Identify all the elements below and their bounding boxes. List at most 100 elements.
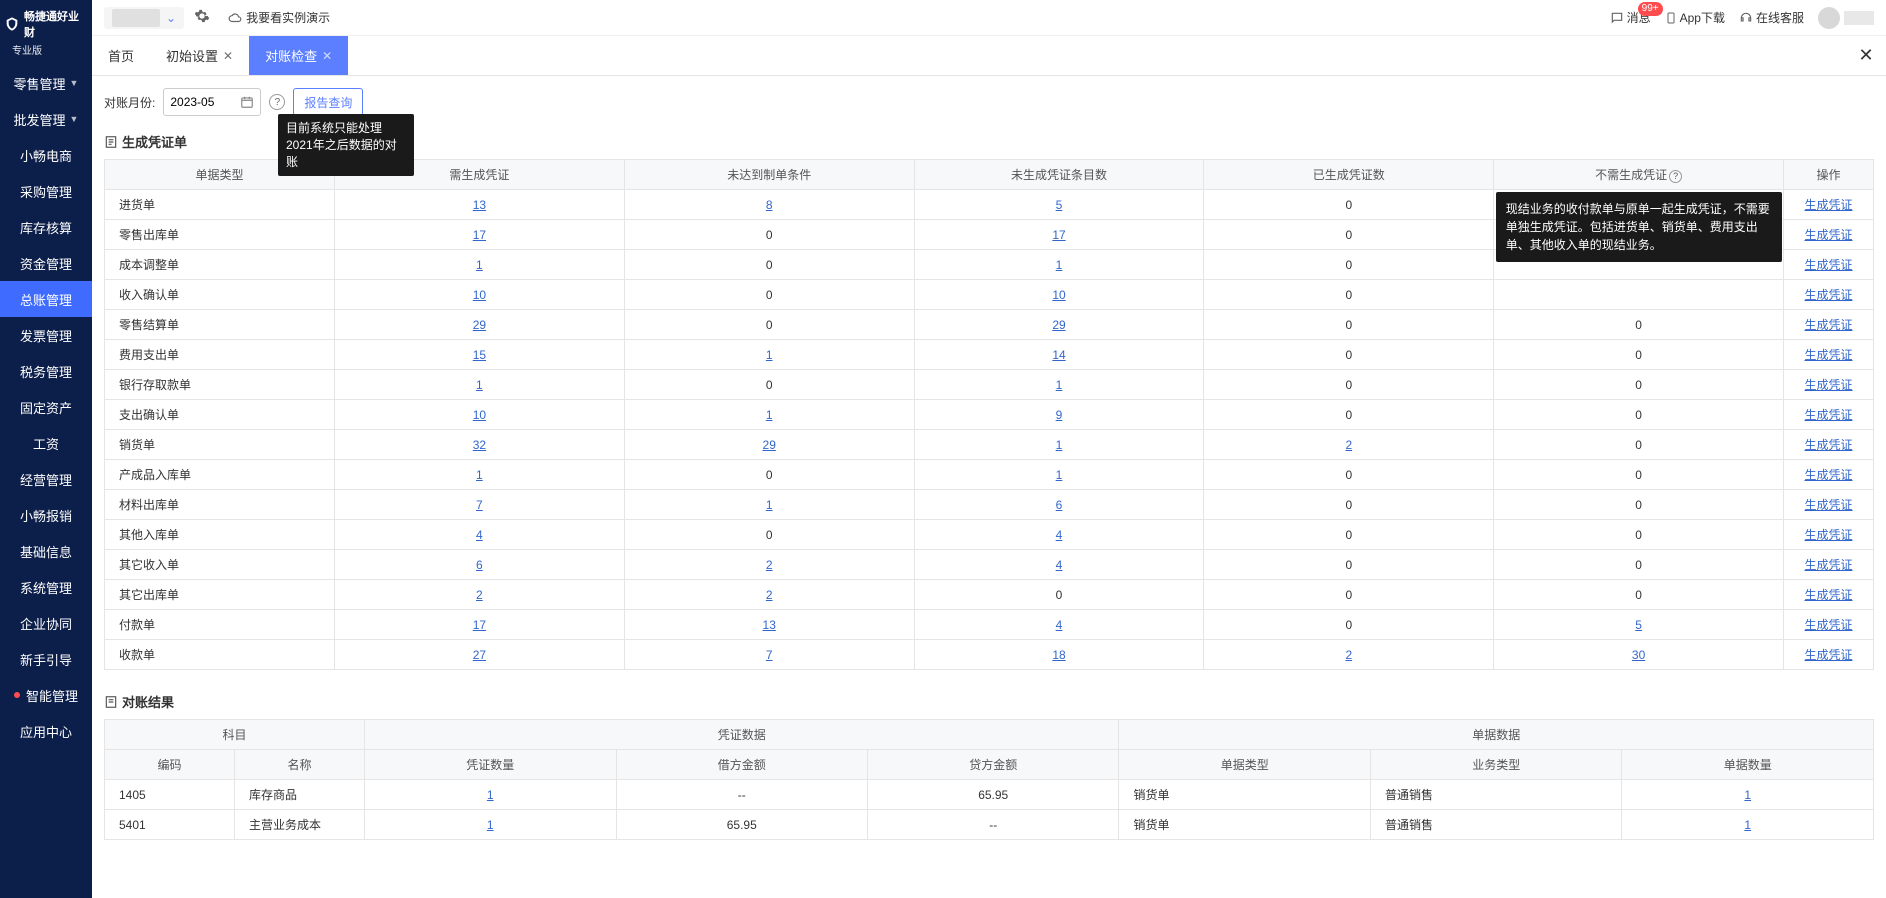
nav-item-小畅报销[interactable]: 小畅报销 — [0, 497, 92, 533]
report-query-button[interactable]: 报告查询 — [293, 88, 363, 116]
count-link[interactable]: 30 — [1632, 648, 1645, 662]
generate-voucher-link[interactable]: 生成凭证 — [1804, 288, 1852, 302]
nav-item-基础信息[interactable]: 基础信息 — [0, 533, 92, 569]
customer-service-button[interactable]: 在线客服 — [1739, 9, 1804, 26]
nav-item-采购管理[interactable]: 采购管理 — [0, 173, 92, 209]
generate-voucher-link[interactable]: 生成凭证 — [1804, 558, 1852, 572]
count-link[interactable]: 14 — [1052, 348, 1065, 362]
count-link[interactable]: 15 — [473, 348, 486, 362]
count-link[interactable]: 1 — [1056, 378, 1063, 392]
count-link[interactable]: 1 — [1744, 818, 1751, 832]
user-menu[interactable] — [1818, 7, 1874, 29]
count-link[interactable]: 29 — [763, 438, 776, 452]
count-link[interactable]: 2 — [766, 588, 773, 602]
nav-item-小畅电商[interactable]: 小畅电商 — [0, 137, 92, 173]
count-link[interactable]: 8 — [766, 198, 773, 212]
count-link[interactable]: 1 — [766, 498, 773, 512]
count-link[interactable]: 7 — [476, 498, 483, 512]
count-link[interactable]: 2 — [1345, 438, 1352, 452]
count-link[interactable]: 1 — [1744, 788, 1751, 802]
org-selector[interactable]: ⌄ — [104, 7, 184, 29]
nav-item-零售管理[interactable]: 零售管理▼ — [0, 65, 92, 101]
generate-voucher-link[interactable]: 生成凭证 — [1804, 198, 1852, 212]
nav-item-固定资产[interactable]: 固定资产 — [0, 389, 92, 425]
count-link[interactable]: 10 — [1052, 288, 1065, 302]
count-link[interactable]: 7 — [766, 648, 773, 662]
nav-item-工资[interactable]: 工资 — [0, 425, 92, 461]
count-link[interactable]: 10 — [473, 408, 486, 422]
month-picker[interactable] — [163, 88, 261, 116]
tab-初始设置[interactable]: 初始设置✕ — [150, 36, 249, 75]
count-link[interactable]: 13 — [473, 198, 486, 212]
count-link[interactable]: 10 — [473, 288, 486, 302]
generate-voucher-link[interactable]: 生成凭证 — [1804, 648, 1852, 662]
count-link[interactable]: 13 — [763, 618, 776, 632]
generate-voucher-link[interactable]: 生成凭证 — [1804, 498, 1852, 512]
count-link[interactable]: 2 — [1345, 648, 1352, 662]
count-link[interactable]: 9 — [1056, 408, 1063, 422]
nav-item-发票管理[interactable]: 发票管理 — [0, 317, 92, 353]
count-link[interactable]: 1 — [487, 818, 494, 832]
count-link[interactable]: 5 — [1635, 618, 1642, 632]
nav-item-税务管理[interactable]: 税务管理 — [0, 353, 92, 389]
count-link[interactable]: 1 — [476, 378, 483, 392]
nav-item-库存核算[interactable]: 库存核算 — [0, 209, 92, 245]
count-link[interactable]: 17 — [473, 228, 486, 242]
month-help-icon[interactable]: ? — [269, 94, 285, 110]
generate-voucher-link[interactable]: 生成凭证 — [1804, 318, 1852, 332]
count-link[interactable]: 4 — [1056, 528, 1063, 542]
count-link[interactable]: 1 — [766, 348, 773, 362]
count-link[interactable]: 4 — [1056, 618, 1063, 632]
nav-item-新手引导[interactable]: 新手引导 — [0, 641, 92, 677]
nav-item-企业协同[interactable]: 企业协同 — [0, 605, 92, 641]
count-link[interactable]: 5 — [1056, 198, 1063, 212]
count-link[interactable]: 4 — [1056, 558, 1063, 572]
close-all-tabs[interactable]: ✕ — [1846, 36, 1886, 75]
count-link[interactable]: 6 — [476, 558, 483, 572]
tab-对账检查[interactable]: 对账检查✕ — [249, 36, 348, 75]
count-link[interactable]: 17 — [473, 618, 486, 632]
nav-item-系统管理[interactable]: 系统管理 — [0, 569, 92, 605]
count-link[interactable]: 29 — [473, 318, 486, 332]
count-link[interactable]: 1 — [1056, 438, 1063, 452]
generate-voucher-link[interactable]: 生成凭证 — [1804, 258, 1852, 272]
count-link[interactable]: 1 — [476, 258, 483, 272]
nav-item-应用中心[interactable]: 应用中心 — [0, 713, 92, 749]
generate-voucher-link[interactable]: 生成凭证 — [1804, 618, 1852, 632]
count-link[interactable]: 17 — [1052, 228, 1065, 242]
generate-voucher-link[interactable]: 生成凭证 — [1804, 348, 1852, 362]
nav-item-批发管理[interactable]: 批发管理▼ — [0, 101, 92, 137]
count-link[interactable]: 32 — [473, 438, 486, 452]
app-download-button[interactable]: App下载 — [1665, 9, 1725, 26]
generate-voucher-link[interactable]: 生成凭证 — [1804, 378, 1852, 392]
count-link[interactable]: 4 — [476, 528, 483, 542]
nav-item-资金管理[interactable]: 资金管理 — [0, 245, 92, 281]
generate-voucher-link[interactable]: 生成凭证 — [1804, 468, 1852, 482]
month-input[interactable] — [170, 95, 234, 109]
count-link[interactable]: 1 — [1056, 468, 1063, 482]
count-link[interactable]: 2 — [766, 558, 773, 572]
nav-item-经营管理[interactable]: 经营管理 — [0, 461, 92, 497]
count-link[interactable]: 1 — [1056, 258, 1063, 272]
tab-首页[interactable]: 首页 — [92, 36, 150, 75]
generate-voucher-link[interactable]: 生成凭证 — [1804, 528, 1852, 542]
count-link[interactable]: 1 — [487, 788, 494, 802]
messages-button[interactable]: 消息 99+ — [1610, 9, 1651, 26]
settings-icon[interactable] — [194, 8, 210, 27]
count-link[interactable]: 18 — [1052, 648, 1065, 662]
generate-voucher-link[interactable]: 生成凭证 — [1804, 438, 1852, 452]
close-icon[interactable]: ✕ — [322, 49, 332, 63]
count-link[interactable]: 1 — [476, 468, 483, 482]
generate-voucher-link[interactable]: 生成凭证 — [1804, 228, 1852, 242]
nav-item-总账管理[interactable]: 总账管理 — [0, 281, 92, 317]
count-link[interactable]: 29 — [1052, 318, 1065, 332]
count-link[interactable]: 27 — [473, 648, 486, 662]
count-link[interactable]: 2 — [476, 588, 483, 602]
demo-link[interactable]: 我要看实例演示 — [228, 9, 330, 26]
close-icon[interactable]: ✕ — [223, 49, 233, 63]
generate-voucher-link[interactable]: 生成凭证 — [1804, 588, 1852, 602]
generate-voucher-link[interactable]: 生成凭证 — [1804, 408, 1852, 422]
skip-help-icon[interactable]: ? — [1669, 170, 1682, 183]
count-link[interactable]: 6 — [1056, 498, 1063, 512]
nav-item-智能管理[interactable]: 智能管理 — [0, 677, 92, 713]
